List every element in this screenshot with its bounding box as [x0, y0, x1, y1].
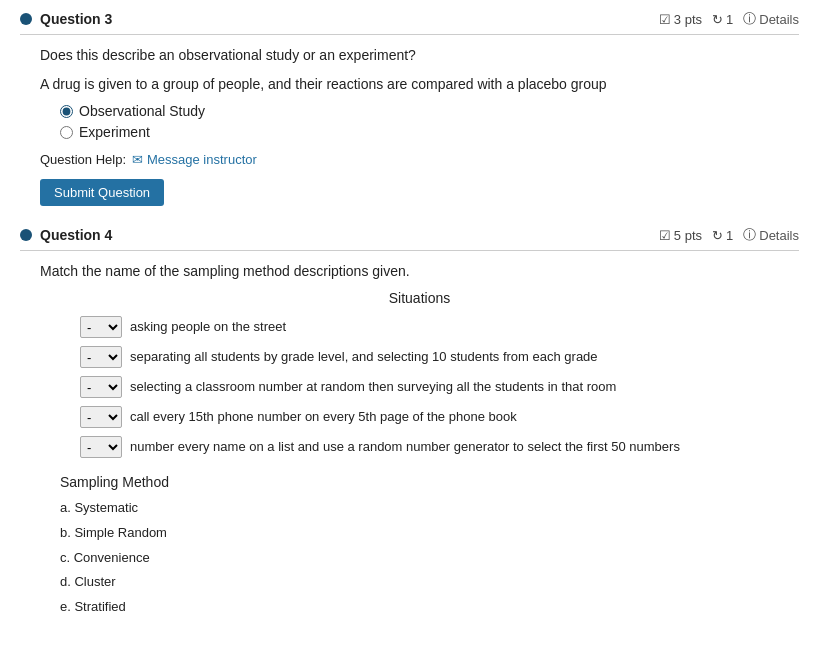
question-3-title: Question 3 [40, 11, 112, 27]
situation-5-text: number every name on a list and use a ra… [130, 436, 680, 457]
question-3-prompt1: Does this describe an observational stud… [40, 45, 799, 66]
question-4-details-badge[interactable]: ⓘ Details [743, 226, 799, 244]
question-3-bullet [20, 13, 32, 25]
situations-list: -abcde asking people on the street -abcd… [80, 316, 799, 458]
question-4-retry: 1 [726, 228, 733, 243]
question-3-retry-badge: ↻ 1 [712, 12, 733, 27]
question-3-body: Does this describe an observational stud… [20, 45, 799, 206]
sampling-method-b: b. Simple Random [60, 523, 799, 544]
question-4-prompt: Match the name of the sampling method de… [40, 261, 799, 282]
question-3-help: Question Help: ✉ Message instructor [40, 152, 799, 167]
question-4-pts: 5 pts [674, 228, 702, 243]
question-4-title-group: Question 4 [20, 227, 112, 243]
situation-3-text: selecting a classroom number at random t… [130, 376, 616, 397]
situations-label: Situations [40, 290, 799, 306]
situation-2-select[interactable]: -abcde [80, 346, 122, 368]
question-3-retry: 1 [726, 12, 733, 27]
situation-2-text: separating all students by grade level, … [130, 346, 598, 367]
question-3-header: Question 3 ☑ 3 pts ↻ 1 ⓘ Details [20, 10, 799, 35]
situation-row-4: -abcde call every 15th phone number on e… [80, 406, 799, 428]
help-label: Question Help: [40, 152, 126, 167]
retry-icon-q4: ↻ [712, 228, 723, 243]
question-3-meta: ☑ 3 pts ↻ 1 ⓘ Details [659, 10, 799, 28]
sampling-method-title: Sampling Method [60, 474, 799, 490]
question-3-pts-badge: ☑ 3 pts [659, 12, 702, 27]
radio-observational[interactable] [60, 105, 73, 118]
question-4-pts-badge: ☑ 5 pts [659, 228, 702, 243]
sampling-method-e: e. Stratified [60, 597, 799, 618]
situation-1-select[interactable]: -abcde [80, 316, 122, 338]
situation-row-5: -abcde number every name on a list and u… [80, 436, 799, 458]
sampling-method-section: Sampling Method a. Systematic b. Simple … [40, 474, 799, 618]
info-icon-q4: ⓘ [743, 226, 756, 244]
situation-5-select[interactable]: -abcde [80, 436, 122, 458]
situation-row-1: -abcde asking people on the street [80, 316, 799, 338]
situation-4-select[interactable]: -abcde [80, 406, 122, 428]
option-experiment[interactable]: Experiment [40, 124, 799, 140]
envelope-icon: ✉ [132, 152, 143, 167]
situation-row-2: -abcde separating all students by grade … [80, 346, 799, 368]
label-observational: Observational Study [79, 103, 205, 119]
message-instructor-link[interactable]: ✉ Message instructor [132, 152, 257, 167]
question-3-pts: 3 pts [674, 12, 702, 27]
question-4-retry-badge: ↻ 1 [712, 228, 733, 243]
check-icon: ☑ [659, 12, 671, 27]
check-icon-q4: ☑ [659, 228, 671, 243]
question-4-details-link[interactable]: Details [759, 228, 799, 243]
situation-row-3: -abcde selecting a classroom number at r… [80, 376, 799, 398]
question-3-prompt2: A drug is given to a group of people, an… [40, 74, 799, 95]
question-4-header: Question 4 ☑ 5 pts ↻ 1 ⓘ Details [20, 226, 799, 251]
question-4-title: Question 4 [40, 227, 112, 243]
info-icon: ⓘ [743, 10, 756, 28]
question-3-details-link[interactable]: Details [759, 12, 799, 27]
sampling-method-a: a. Systematic [60, 498, 799, 519]
situation-4-text: call every 15th phone number on every 5t… [130, 406, 517, 427]
message-instructor-label: Message instructor [147, 152, 257, 167]
retry-icon: ↻ [712, 12, 723, 27]
question-4-body: Match the name of the sampling method de… [20, 261, 799, 618]
question-3-details-badge[interactable]: ⓘ Details [743, 10, 799, 28]
question-4-meta: ☑ 5 pts ↻ 1 ⓘ Details [659, 226, 799, 244]
radio-experiment[interactable] [60, 126, 73, 139]
question-3-block: Question 3 ☑ 3 pts ↻ 1 ⓘ Details Does th… [20, 10, 799, 206]
option-observational[interactable]: Observational Study [40, 103, 799, 119]
question-3-title-group: Question 3 [20, 11, 112, 27]
question-4-bullet [20, 229, 32, 241]
sampling-method-d: d. Cluster [60, 572, 799, 593]
question-4-block: Question 4 ☑ 5 pts ↻ 1 ⓘ Details Match t… [20, 226, 799, 618]
label-experiment: Experiment [79, 124, 150, 140]
submit-question-3-button[interactable]: Submit Question [40, 179, 164, 206]
situation-1-text: asking people on the street [130, 316, 286, 337]
sampling-method-c: c. Convenience [60, 548, 799, 569]
situation-3-select[interactable]: -abcde [80, 376, 122, 398]
